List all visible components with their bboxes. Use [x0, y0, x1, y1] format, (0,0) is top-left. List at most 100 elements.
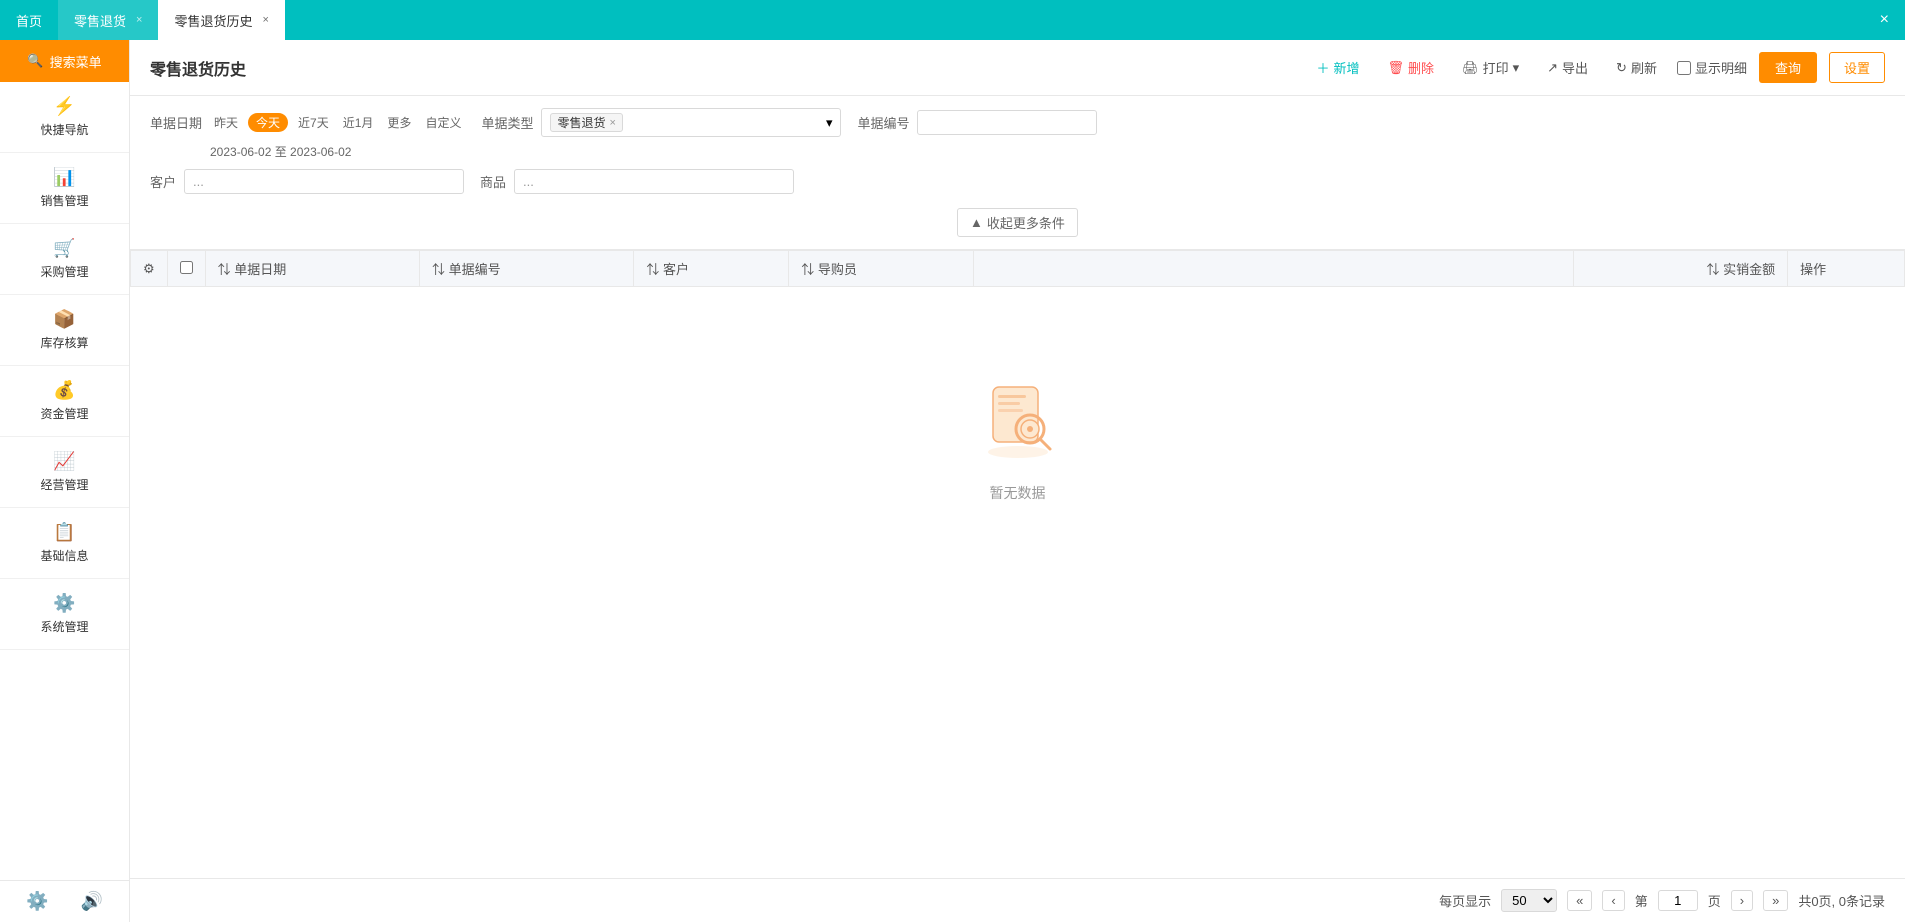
quick-nav-icon: ⚡: [53, 96, 75, 117]
tab-retail-return-history-close[interactable]: ×: [262, 14, 268, 26]
shortcut-today[interactable]: 今天: [248, 113, 288, 132]
collapse-arrow-icon: ▲: [970, 215, 983, 230]
shortcut-more[interactable]: 更多: [383, 113, 415, 132]
sidebar-item-purchase-label: 采购管理: [40, 263, 88, 280]
prev-page-button[interactable]: ‹: [1602, 890, 1624, 911]
new-label: 新增: [1334, 58, 1360, 77]
customer-select[interactable]: ...: [184, 169, 464, 194]
doc-type-tag-close[interactable]: ×: [609, 117, 615, 129]
content-area: 零售退货历史 ＋ 新增 🗑 删除 🖨 打印 ▾ ↗ 导出: [130, 40, 1905, 922]
delete-label: 删除: [1408, 58, 1434, 77]
col-guide-label: ⇅ 导购员: [801, 262, 857, 277]
sidebar: 🔍 搜索菜单 ⚡ 快捷导航 📊 销售管理 🛒 采购管理 📦 库存核算 💰: [0, 40, 130, 922]
column-actual-amount[interactable]: ⇅ 实销金额: [1573, 251, 1787, 287]
column-settings[interactable]: ⚙: [131, 251, 168, 287]
search-icon: 🔍: [27, 53, 43, 69]
settings-button[interactable]: 设置: [1829, 52, 1885, 83]
sidebar-search[interactable]: 🔍 搜索菜单: [0, 40, 129, 82]
export-button[interactable]: ↗ 导出: [1539, 54, 1596, 81]
sidebar-item-inventory[interactable]: 📦 库存核算: [0, 295, 129, 366]
print-dropdown-icon: ▾: [1513, 60, 1520, 76]
page-header: 零售退货历史 ＋ 新增 🗑 删除 🖨 打印 ▾ ↗ 导出: [130, 40, 1905, 96]
column-guide[interactable]: ⇅ 导购员: [789, 251, 974, 287]
filter-area: 单据日期 昨天 今天 近7天 近1月 更多 自定义 单据类型: [130, 96, 1905, 250]
customer-label: 客户: [150, 172, 176, 191]
print-button[interactable]: 🖨 打印 ▾: [1454, 54, 1527, 81]
column-checkbox: [167, 251, 205, 287]
show-detail-checkbox[interactable]: [1677, 61, 1691, 75]
collapse-button[interactable]: ▲ 收起更多条件: [957, 208, 1078, 237]
date-label: 单据日期: [150, 113, 202, 132]
date-shortcuts: 昨天 今天 近7天 近1月 更多 自定义: [210, 113, 465, 132]
finance-icon: 💰: [53, 380, 75, 401]
tab-retail-return-label: 零售退货: [74, 11, 126, 30]
column-doc-date[interactable]: ⇅ 单据日期: [205, 251, 419, 287]
doc-num-input[interactable]: [917, 110, 1097, 135]
sidebar-item-sales-mgmt[interactable]: 📊 销售管理: [0, 153, 129, 224]
column-customer[interactable]: ⇅ 客户: [634, 251, 789, 287]
table-header: ⚙ ⇅ 单据日期 ⇅ 单据编号 ⇅ 客户: [131, 251, 1905, 287]
col-customer-label: ⇅ 客户: [646, 262, 689, 277]
shortcut-custom[interactable]: 自定义: [421, 113, 465, 132]
col-doc-date-label: ⇅ 单据日期: [218, 262, 287, 277]
tab-retail-return-history[interactable]: 零售退货历史 ×: [158, 0, 284, 40]
tab-retail-return[interactable]: 零售退货 ×: [58, 0, 158, 40]
select-all-checkbox[interactable]: [180, 261, 193, 274]
table-header-row: ⚙ ⇅ 单据日期 ⇅ 单据编号 ⇅ 客户: [131, 251, 1905, 287]
sidebar-item-operations[interactable]: 📈 经营管理: [0, 437, 129, 508]
delete-button[interactable]: 🗑 删除: [1380, 54, 1443, 81]
page-label: 第: [1635, 891, 1648, 910]
sidebar-item-quick-nav[interactable]: ⚡ 快捷导航: [0, 82, 129, 153]
sidebar-item-finance-label: 资金管理: [40, 405, 88, 422]
tab-home[interactable]: 首页: [0, 0, 58, 40]
volume-icon[interactable]: 🔊: [81, 891, 103, 912]
tab-retail-return-close[interactable]: ×: [136, 14, 142, 26]
table-body: 暂无数据: [131, 287, 1905, 584]
query-button[interactable]: 查询: [1759, 52, 1817, 83]
page-unit: 页: [1708, 891, 1721, 910]
new-button[interactable]: ＋ 新增: [1308, 54, 1367, 81]
refresh-button[interactable]: ↻ 刷新: [1608, 54, 1665, 81]
sidebar-search-label: 搜索菜单: [50, 52, 102, 71]
refresh-icon: ↻: [1616, 60, 1627, 76]
filter-row-2: 客户 ... 商品 ...: [150, 169, 1885, 194]
shortcut-last7[interactable]: 近7天: [294, 113, 333, 132]
show-detail-label: 显示明细: [1695, 58, 1747, 77]
column-doc-num[interactable]: ⇅ 单据编号: [420, 251, 634, 287]
top-bar: 首页 零售退货 × 零售退货历史 × ×: [0, 0, 1905, 40]
inventory-icon: 📦: [53, 309, 75, 330]
shortcut-yesterday[interactable]: 昨天: [210, 113, 242, 132]
empty-state: 暂无数据: [131, 287, 1905, 583]
goods-select[interactable]: ...: [514, 169, 794, 194]
sidebar-item-system-mgmt[interactable]: ⚙️ 系统管理: [0, 579, 129, 650]
column-action: 操作: [1788, 251, 1905, 287]
sidebar-item-basic-info[interactable]: 📋 基础信息: [0, 508, 129, 579]
last-page-button[interactable]: »: [1763, 890, 1788, 911]
per-page-label: 每页显示: [1439, 891, 1491, 910]
tab-home-label: 首页: [16, 11, 42, 30]
sidebar-item-quick-nav-label: 快捷导航: [40, 121, 88, 138]
doc-type-select[interactable]: 零售退货 × ▾: [541, 108, 841, 137]
per-page-select[interactable]: 50 10 20 100: [1501, 889, 1557, 912]
col-action-label: 操作: [1800, 262, 1826, 277]
col-doc-num-label: ⇅ 单据编号: [432, 262, 501, 277]
print-icon: 🖨: [1462, 60, 1479, 76]
header-actions: ＋ 新增 🗑 删除 🖨 打印 ▾ ↗ 导出 ↻ 刷新: [1308, 52, 1885, 83]
new-icon: ＋: [1316, 58, 1329, 77]
window-close-button[interactable]: ×: [1864, 11, 1905, 29]
shortcut-last1m[interactable]: 近1月: [339, 113, 378, 132]
sales-icon: 📊: [53, 167, 75, 188]
page-number-input[interactable]: [1658, 890, 1698, 911]
next-page-button[interactable]: ›: [1731, 890, 1753, 911]
sidebar-item-finance[interactable]: 💰 资金管理: [0, 366, 129, 437]
sidebar-item-inventory-label: 库存核算: [40, 334, 88, 351]
doc-type-tag-value: 零售退货: [557, 114, 605, 131]
sidebar-item-purchase-mgmt[interactable]: 🛒 采购管理: [0, 224, 129, 295]
page-title: 零售退货历史: [150, 56, 246, 80]
show-detail-toggle: 显示明细: [1677, 58, 1747, 77]
empty-illustration: [968, 367, 1068, 467]
gear-icon[interactable]: ⚙️: [26, 891, 48, 912]
sidebar-item-system-label: 系统管理: [40, 618, 88, 635]
first-page-button[interactable]: «: [1567, 890, 1592, 911]
doc-type-filter: 单据类型 零售退货 × ▾: [481, 108, 841, 137]
